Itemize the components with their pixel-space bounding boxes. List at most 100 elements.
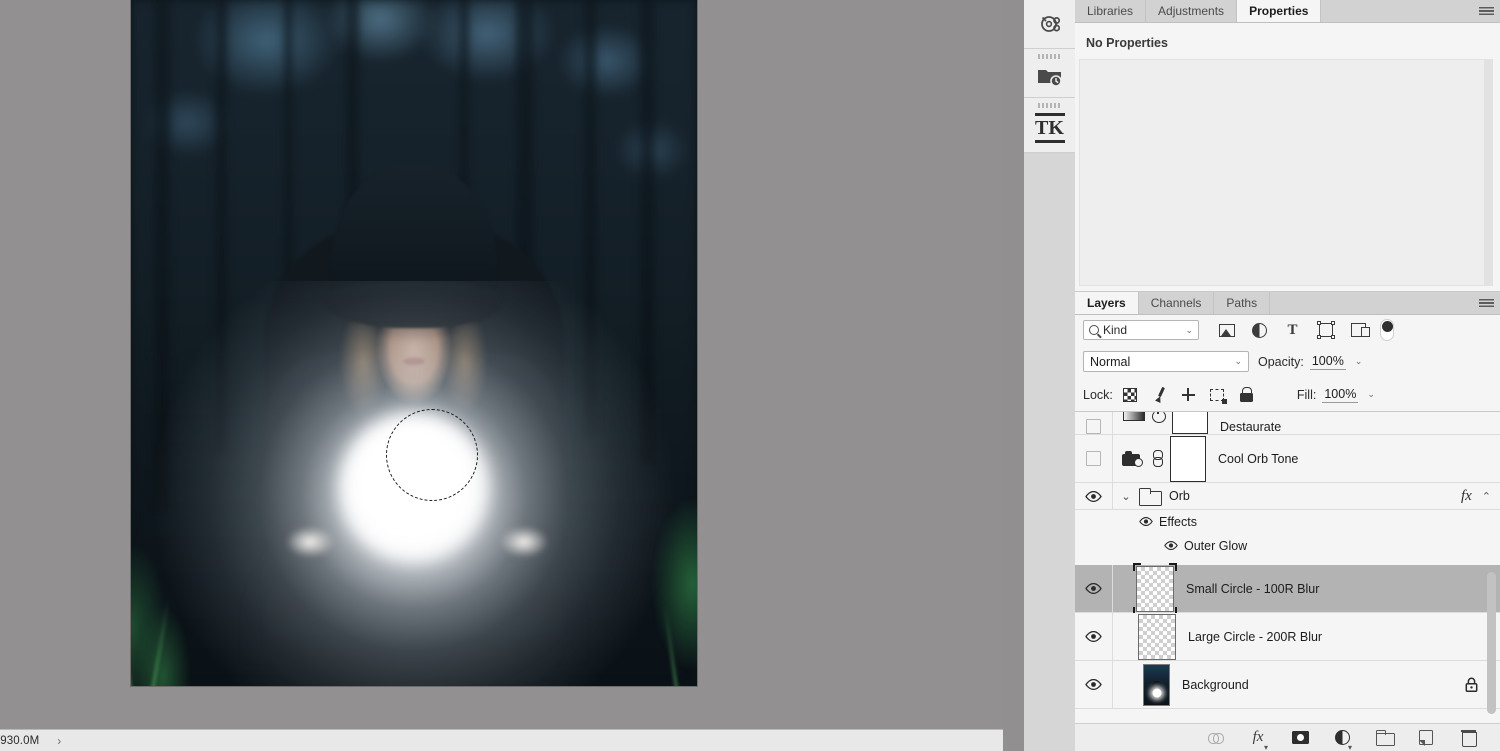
layer-visibility-toggle[interactable] xyxy=(1075,451,1112,466)
new-group-icon[interactable] xyxy=(1375,729,1395,747)
folder-icon xyxy=(1139,488,1162,506)
layer-name-label: Orb xyxy=(1169,489,1190,503)
type-layer-filter-icon[interactable]: T xyxy=(1284,322,1301,339)
fill-label: Fill: xyxy=(1296,387,1317,402)
canvas-workspace[interactable] xyxy=(0,0,1003,729)
layer-visibility-toggle[interactable] xyxy=(1075,631,1112,642)
lock-artboard-nesting-icon[interactable] xyxy=(1209,386,1228,404)
tab-properties[interactable]: Properties xyxy=(1237,0,1322,22)
chevron-down-icon[interactable]: ⌄ xyxy=(1120,490,1132,503)
fill-chevron-down-icon[interactable]: ⌄ xyxy=(1367,389,1375,400)
document-canvas[interactable] xyxy=(131,0,697,686)
new-adjustment-layer-icon[interactable]: ▾ xyxy=(1333,729,1352,751)
layers-footer-toolbar: fx ▾ ▾ xyxy=(1075,723,1500,751)
table-row[interactable]: Cool Orb Tone xyxy=(1075,435,1500,483)
link-icon[interactable] xyxy=(1152,450,1163,467)
adjustment-layer-filter-icon[interactable] xyxy=(1251,322,1268,339)
tab-layers[interactable]: Layers xyxy=(1075,292,1139,314)
filter-kind-select[interactable]: Kind ⌄ xyxy=(1083,320,1199,340)
hamburger-icon xyxy=(1478,298,1494,308)
add-layer-style-icon[interactable]: fx ▾ xyxy=(1249,729,1268,751)
no-properties-message: No Properties xyxy=(1086,36,1168,50)
lock-image-pixels-icon[interactable] xyxy=(1151,386,1168,403)
layer-visibility-toggle[interactable] xyxy=(1075,583,1112,594)
lock-position-icon[interactable] xyxy=(1180,386,1197,403)
shape-layer-filter-icon[interactable] xyxy=(1316,321,1335,339)
layer-visibility-toggle[interactable] xyxy=(1075,419,1112,434)
eye-icon[interactable] xyxy=(1139,517,1153,527)
layers-panel: Layers Channels Paths Kind ⌄ T Normal ⌄ … xyxy=(1075,291,1500,751)
group-controls[interactable]: ⌄ xyxy=(1112,488,1162,506)
lock-transparent-pixels-icon[interactable] xyxy=(1122,386,1139,403)
table-row[interactable]: Destaurate xyxy=(1075,412,1500,435)
layer-thumbnail-group[interactable] xyxy=(1112,562,1177,615)
lock-label: Lock: xyxy=(1083,387,1113,402)
layer-name-label: Background xyxy=(1182,677,1249,692)
layer-thumbnail-group[interactable] xyxy=(1112,663,1170,706)
properties-empty-area xyxy=(1079,59,1493,286)
tab-libraries[interactable]: Libraries xyxy=(1075,0,1147,22)
eye-icon xyxy=(1085,679,1102,690)
layer-list-scrollbar[interactable] xyxy=(1487,572,1496,714)
opacity-input[interactable]: 100% xyxy=(1309,354,1346,370)
blend-mode-select[interactable]: Normal ⌄ xyxy=(1083,351,1249,372)
dock-empty-area xyxy=(1024,153,1075,751)
layer-visibility-toggle[interactable] xyxy=(1075,490,1112,502)
circular-marquee-selection[interactable] xyxy=(386,409,478,501)
delete-layer-icon[interactable] xyxy=(1459,729,1477,747)
table-row[interactable]: ⌄ Orb fx ⌃ xyxy=(1075,483,1500,510)
new-layer-icon[interactable] xyxy=(1417,729,1435,747)
tab-channels[interactable]: Channels xyxy=(1138,292,1215,314)
layer-mask-thumbnail[interactable] xyxy=(1170,435,1206,482)
outer-glow-label: Outer Glow xyxy=(1184,539,1248,553)
link-layers-icon[interactable] xyxy=(1207,729,1225,747)
tk-bar-bottom xyxy=(1034,140,1065,143)
chevron-down-icon: ⌄ xyxy=(1185,324,1193,335)
smart-object-filter-icon[interactable] xyxy=(1350,322,1370,339)
layer-name-label: Cool Orb Tone xyxy=(1218,451,1299,466)
layer-thumbnail-group[interactable] xyxy=(1112,435,1206,482)
hand-right xyxy=(493,519,555,565)
history-icon[interactable] xyxy=(1024,49,1075,98)
layer-thumbnail-group[interactable] xyxy=(1112,412,1208,434)
layer-effects-indicator[interactable]: fx ⌃ xyxy=(1461,488,1500,505)
table-row[interactable]: Background xyxy=(1075,661,1500,709)
layers-tabstrip-spacer xyxy=(1270,292,1472,314)
list-item[interactable]: Outer Glow xyxy=(1075,534,1500,558)
layers-panel-menu-button[interactable] xyxy=(1472,292,1500,314)
layer-thumbnail-group[interactable] xyxy=(1112,613,1176,660)
add-layer-mask-icon[interactable] xyxy=(1291,729,1309,747)
row-divider xyxy=(1112,661,1113,708)
table-row[interactable]: Large Circle - 200R Blur xyxy=(1075,613,1500,661)
layer-name-label: Large Circle - 200R Blur xyxy=(1188,629,1323,644)
tabstrip-spacer xyxy=(1321,0,1472,22)
layer-list[interactable]: Destaurate Cool Orb Tone ⌄ Orb fx ⌃ Effe… xyxy=(1075,411,1500,723)
list-item[interactable]: Effects xyxy=(1075,510,1500,534)
lock-all-icon[interactable] xyxy=(1238,386,1255,403)
layer-thumbnail[interactable] xyxy=(1133,562,1177,615)
status-bar-filler xyxy=(61,730,1003,751)
layer-mask-thumbnail[interactable] xyxy=(1172,412,1208,434)
fill-input[interactable]: 100% xyxy=(1322,387,1359,403)
eye-icon[interactable] xyxy=(1164,541,1178,551)
row-divider xyxy=(1112,412,1113,434)
properties-scrollbar-track[interactable] xyxy=(1484,59,1493,286)
filter-toggle-switch[interactable] xyxy=(1380,319,1394,341)
opacity-chevron-down-icon[interactable]: ⌄ xyxy=(1355,356,1363,367)
filter-type-icons: T xyxy=(1218,319,1394,341)
tab-adjustments[interactable]: Adjustments xyxy=(1146,0,1238,22)
layer-visibility-toggle[interactable] xyxy=(1075,679,1112,690)
table-row[interactable]: Small Circle - 100R Blur xyxy=(1075,562,1500,615)
tk-panel-icon[interactable]: TK xyxy=(1024,98,1075,153)
panel-icon-dock: TK xyxy=(1024,0,1075,751)
eye-icon xyxy=(1085,490,1102,502)
chevron-up-icon[interactable]: ⌃ xyxy=(1482,490,1491,503)
effects-label: Effects xyxy=(1159,515,1197,529)
layer-thumbnail[interactable] xyxy=(1143,663,1170,706)
properties-panel-menu-button[interactable] xyxy=(1472,0,1500,22)
tab-paths[interactable]: Paths xyxy=(1214,292,1271,314)
unlink-icon[interactable] xyxy=(1152,412,1166,423)
pixel-layer-filter-icon[interactable] xyxy=(1218,322,1235,339)
layer-thumbnail[interactable] xyxy=(1138,613,1176,660)
color-themes-icon[interactable] xyxy=(1024,0,1075,49)
